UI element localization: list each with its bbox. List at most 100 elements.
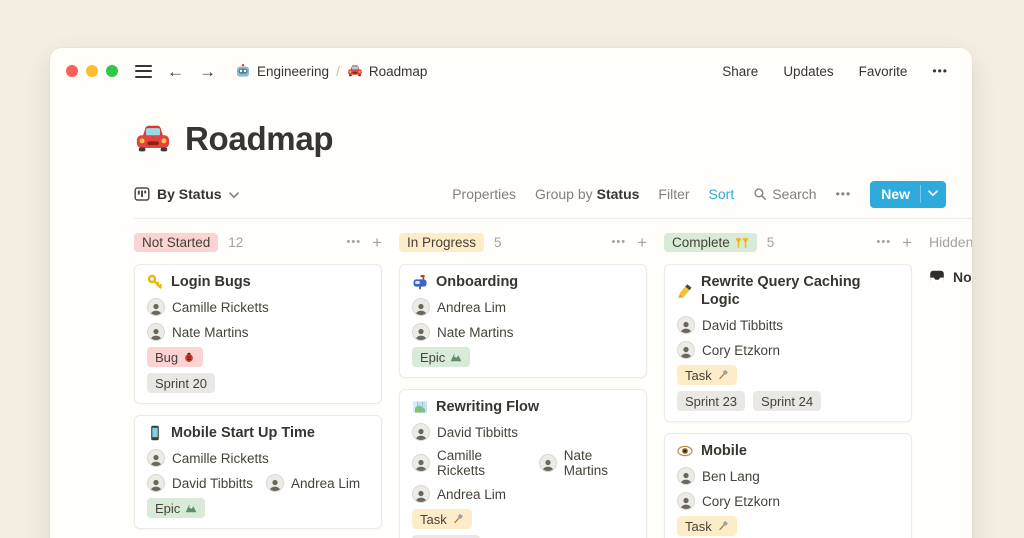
board-view-icon xyxy=(134,186,150,202)
group-by-prefix: Group by xyxy=(535,186,593,202)
toolbar-more-icon[interactable]: ••• xyxy=(836,187,852,201)
column-add-icon[interactable]: + xyxy=(372,234,382,251)
search-icon xyxy=(753,187,767,201)
forward-button[interactable]: → xyxy=(199,63,216,80)
column-header: In Progress 5 ••• + xyxy=(399,231,647,253)
person-name: Cory Etzkorn xyxy=(702,494,780,509)
status-badge: In Progress xyxy=(399,233,484,252)
share-button[interactable]: Share xyxy=(722,64,758,79)
tag-row: Task xyxy=(677,365,899,385)
card-title: Mobile xyxy=(677,442,899,460)
chevron-down-icon xyxy=(229,192,239,199)
status-badge: Not Started xyxy=(134,233,218,252)
card-mobile-start-up-time[interactable]: Mobile Start Up Time Camille Ricketts Da… xyxy=(134,415,382,529)
column-add-icon[interactable]: + xyxy=(902,234,912,251)
person-name: Camille Ricketts xyxy=(437,448,526,478)
hidden-columns-label: Hidden columns xyxy=(929,231,972,253)
hamburger-menu-icon[interactable] xyxy=(135,65,152,78)
card-mobile[interactable]: Mobile Ben Lang Cory Etzkorn Task xyxy=(664,433,912,538)
avatar xyxy=(147,449,165,467)
column-header: Complete 5 ••• + xyxy=(664,231,912,253)
avatar xyxy=(677,492,695,510)
column-count: 12 xyxy=(228,235,243,250)
tag-row: Task xyxy=(412,509,634,529)
person-row: David Tibbitts xyxy=(412,423,634,441)
column-more-icon[interactable]: ••• xyxy=(877,236,892,248)
column-count: 5 xyxy=(767,235,775,250)
chevron-down-icon xyxy=(928,190,938,197)
person-name: Camille Ricketts xyxy=(172,300,269,315)
hammer-icon xyxy=(452,513,464,525)
person-row: Camille Ricketts xyxy=(147,298,369,316)
card-title: Rewriting Flow xyxy=(412,398,634,416)
toolbar-divider xyxy=(134,218,972,219)
breadcrumb-separator: / xyxy=(336,64,340,79)
breadcrumb: Engineering / Roadmap xyxy=(235,63,427,79)
titlebar: ← → Engineering / Roadmap Share Updates … xyxy=(50,48,972,94)
person-name: Andrea Lim xyxy=(291,476,360,491)
zoom-window-button[interactable] xyxy=(106,65,118,77)
column-not-started: Not Started 12 ••• + Login Bugs Camille … xyxy=(134,231,382,538)
avatar xyxy=(266,474,284,492)
card-rewrite-query-caching-logic[interactable]: Rewrite Query Caching Logic David Tibbit… xyxy=(664,264,912,422)
tag-sprint: Sprint 23 xyxy=(677,391,745,411)
new-button[interactable]: New xyxy=(870,181,946,208)
mobile-phone-icon xyxy=(147,425,163,441)
tag-task: Task xyxy=(677,365,737,385)
tag-row: Epic xyxy=(412,347,634,367)
person-name: David Tibbitts xyxy=(172,476,253,491)
person-name: David Tibbitts xyxy=(437,425,518,440)
red-car-icon[interactable] xyxy=(134,120,172,158)
person-row: Andrea Lim xyxy=(412,298,634,316)
new-dropdown-button[interactable] xyxy=(920,185,946,203)
tray-icon xyxy=(929,269,945,285)
tag-bug: Bug xyxy=(147,347,203,367)
view-selector[interactable]: By Status xyxy=(134,186,239,202)
sort-button[interactable]: Sort xyxy=(709,186,735,202)
avatar xyxy=(412,298,430,316)
eye-icon xyxy=(677,443,693,459)
close-window-button[interactable] xyxy=(66,65,78,77)
tag-task: Task xyxy=(412,509,472,529)
card-rewriting-flow[interactable]: Rewriting Flow David Tibbitts Camille Ri… xyxy=(399,389,647,538)
person-name: Ben Lang xyxy=(702,469,760,484)
tag-row: Task xyxy=(677,516,899,536)
robot-icon xyxy=(235,63,251,79)
app-window: ← → Engineering / Roadmap Share Updates … xyxy=(50,48,972,538)
card-login-bugs[interactable]: Login Bugs Camille Ricketts Nate Martins… xyxy=(134,264,382,404)
more-options-icon[interactable]: ••• xyxy=(932,64,948,78)
card-onboarding[interactable]: Onboarding Andrea Lim Nate Martins Epic xyxy=(399,264,647,378)
breadcrumb-page-label: Roadmap xyxy=(369,64,428,79)
window-controls xyxy=(66,65,118,77)
column-more-icon[interactable]: ••• xyxy=(347,236,362,248)
favorite-button[interactable]: Favorite xyxy=(859,64,908,79)
avatar xyxy=(412,454,430,472)
hidden-column-no-status[interactable]: No Status xyxy=(929,269,972,285)
person-name: Nate Martins xyxy=(172,325,249,340)
search-button[interactable]: Search xyxy=(753,186,816,202)
column-more-icon[interactable]: ••• xyxy=(612,236,627,248)
ladybug-icon xyxy=(183,351,195,363)
titlebar-actions: Share Updates Favorite ••• xyxy=(722,64,948,79)
avatar xyxy=(677,467,695,485)
avatar xyxy=(412,323,430,341)
card-title: Login Bugs xyxy=(147,273,369,291)
group-by-button[interactable]: Group byStatus xyxy=(535,186,639,202)
properties-button[interactable]: Properties xyxy=(452,186,516,202)
page-title: Roadmap xyxy=(50,120,972,158)
person-name: Camille Ricketts xyxy=(172,451,269,466)
back-button[interactable]: ← xyxy=(167,63,184,80)
filter-button[interactable]: Filter xyxy=(658,186,689,202)
view-toolbar: By Status Properties Group byStatus Filt… xyxy=(50,180,972,208)
hidden-column-label: No Status xyxy=(953,269,972,285)
column-header: Not Started 12 ••• + xyxy=(134,231,382,253)
updates-button[interactable]: Updates xyxy=(783,64,833,79)
avatar xyxy=(677,316,695,334)
minimize-window-button[interactable] xyxy=(86,65,98,77)
avatar xyxy=(539,454,557,472)
person-name: David Tibbitts xyxy=(702,318,783,333)
breadcrumb-workspace[interactable]: Engineering xyxy=(235,63,329,79)
card-title: Mobile Start Up Time xyxy=(147,424,369,442)
column-add-icon[interactable]: + xyxy=(637,234,647,251)
breadcrumb-page[interactable]: Roadmap xyxy=(347,63,428,79)
